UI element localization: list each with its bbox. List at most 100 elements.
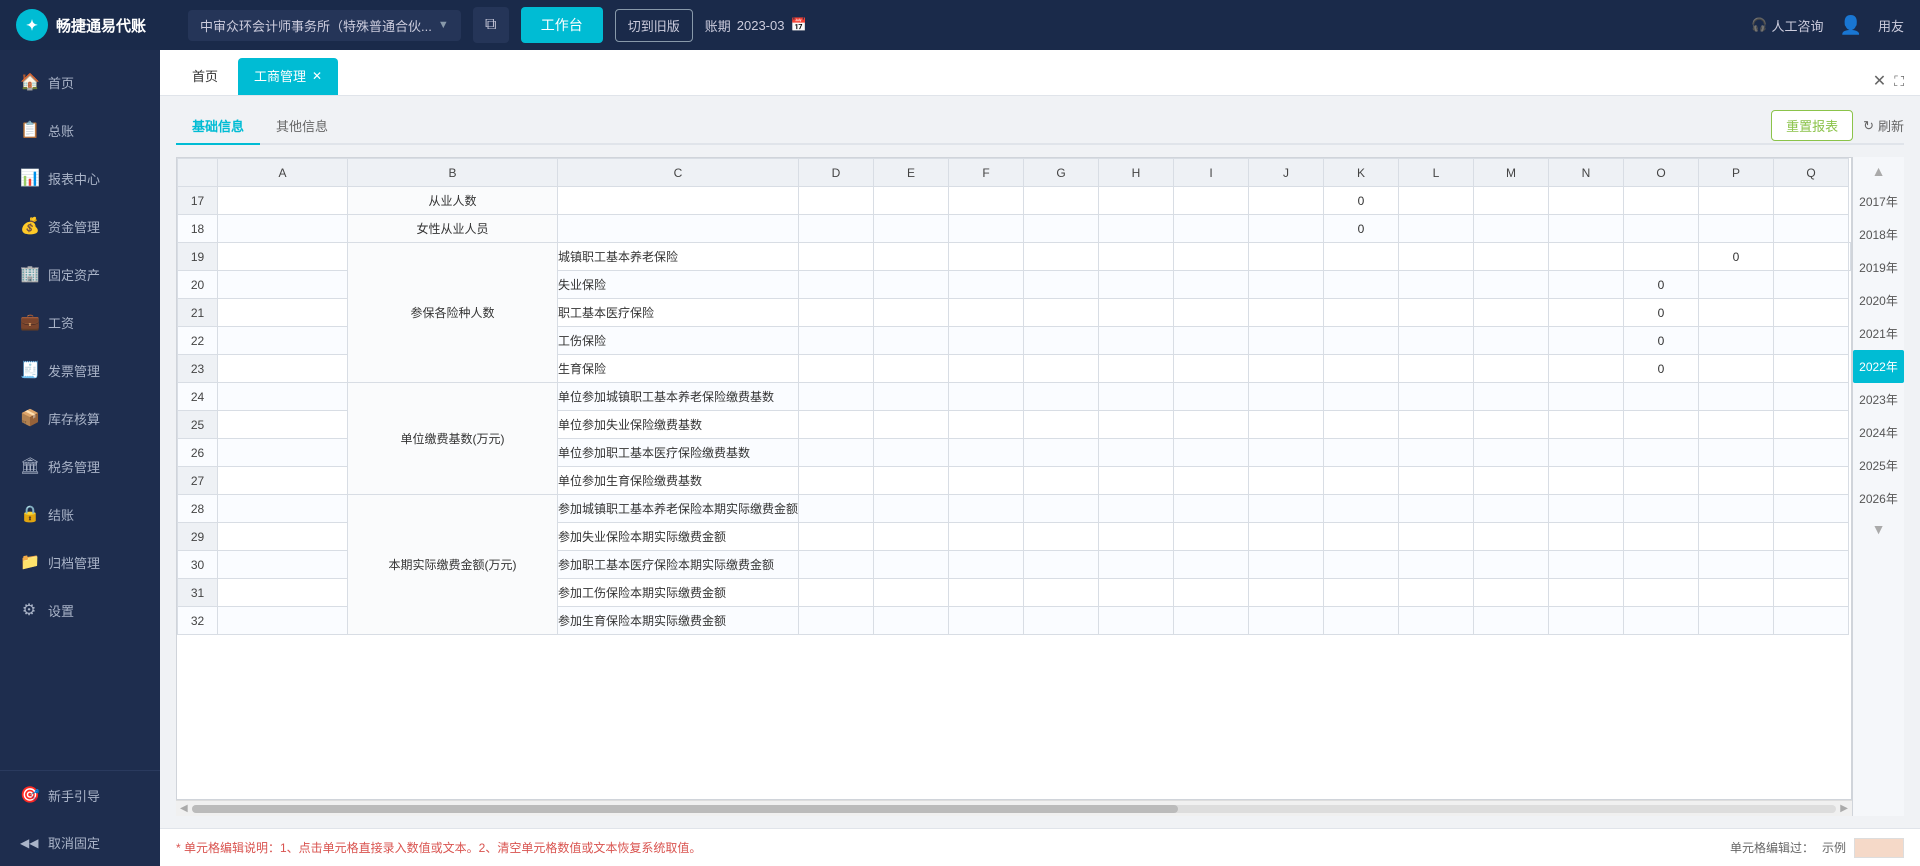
close-panel-icon[interactable]: ✕ — [1873, 71, 1886, 91]
sidebar-item-payroll[interactable]: 💼 工资 — [0, 298, 160, 346]
cell-25-c[interactable]: 单位参加失业保险缴费基数 — [558, 411, 799, 439]
cell-21-o[interactable]: 0 — [1624, 299, 1699, 327]
cell-26-c[interactable]: 单位参加职工基本医疗保险缴费基数 — [558, 439, 799, 467]
cell-32-c[interactable]: 参加生育保险本期实际缴费金额 — [558, 607, 799, 635]
cell-19-a[interactable] — [218, 243, 348, 271]
cell-17-e[interactable] — [874, 187, 949, 215]
h-scrollbar[interactable]: ◀ ▶ — [176, 800, 1852, 816]
cell-17-c[interactable] — [558, 187, 799, 215]
spreadsheet-wrapper[interactable]: A B C D E F G H I J — [176, 157, 1852, 800]
cell-18-h[interactable] — [1099, 215, 1174, 243]
cell-18-q[interactable] — [1774, 215, 1849, 243]
cell-20-o[interactable]: 0 — [1624, 271, 1699, 299]
cell-17-p[interactable] — [1699, 187, 1774, 215]
cell-20-c[interactable]: 失业保险 — [558, 271, 799, 299]
tab-close-icon[interactable]: ✕ — [312, 69, 322, 83]
cell-18-k[interactable]: 0 — [1324, 215, 1399, 243]
cell-31-c[interactable]: 参加工伤保险本期实际缴费金额 — [558, 579, 799, 607]
year-item-2023[interactable]: 2023年 — [1853, 383, 1904, 416]
year-item-2024[interactable]: 2024年 — [1853, 416, 1904, 449]
cell-18-g[interactable] — [1024, 215, 1099, 243]
sidebar-item-report-center[interactable]: 📊 报表中心 — [0, 154, 160, 202]
reset-report-button[interactable]: 重置报表 — [1771, 110, 1853, 141]
cell-18-b[interactable]: 女性从业人员 — [348, 215, 558, 243]
cell-17-m[interactable] — [1474, 187, 1549, 215]
sidebar-item-unpin[interactable]: ◀◀ 取消固定 — [0, 819, 160, 866]
year-item-2020[interactable]: 2020年 — [1853, 284, 1904, 317]
year-up-btn[interactable]: ▲ — [1853, 157, 1904, 185]
sub-tab-other-info[interactable]: 其他信息 — [260, 108, 344, 145]
cell-17-l[interactable] — [1399, 187, 1474, 215]
cell-29-c[interactable]: 参加失业保险本期实际缴费金额 — [558, 523, 799, 551]
year-item-2019[interactable]: 2019年 — [1853, 251, 1904, 284]
sub-tab-basic-info[interactable]: 基础信息 — [176, 108, 260, 145]
cell-17-i[interactable] — [1174, 187, 1249, 215]
cell-24-c[interactable]: 单位参加城镇职工基本养老保险缴费基数 — [558, 383, 799, 411]
expand-icon[interactable]: ⛶ — [1894, 73, 1904, 90]
cell-17-f[interactable] — [949, 187, 1024, 215]
sidebar-item-invoice-mgmt[interactable]: 🧾 发票管理 — [0, 346, 160, 394]
cell-23-c[interactable]: 生育保险 — [558, 355, 799, 383]
refresh-button[interactable]: ↻ 刷新 — [1863, 110, 1904, 141]
cell-24-b-group[interactable]: 单位缴费基数(万元) — [348, 383, 558, 495]
cell-17-k[interactable]: 0 — [1324, 187, 1399, 215]
cell-17-o[interactable] — [1624, 187, 1699, 215]
year-item-2021[interactable]: 2021年 — [1853, 317, 1904, 350]
sidebar-item-home[interactable]: 🏠 首页 — [0, 58, 160, 106]
cell-22-o[interactable]: 0 — [1624, 327, 1699, 355]
cell-18-a[interactable] — [218, 215, 348, 243]
cell-19-b-group[interactable]: 参保各险种人数 — [348, 243, 558, 383]
cell-18-f[interactable] — [949, 215, 1024, 243]
sidebar-item-fixed-assets[interactable]: 🏢 固定资产 — [0, 250, 160, 298]
sidebar-item-new-guide[interactable]: 🎯 新手引导 — [0, 771, 160, 819]
cell-23-o[interactable]: 0 — [1624, 355, 1699, 383]
cell-18-l[interactable] — [1399, 215, 1474, 243]
cell-18-p[interactable] — [1699, 215, 1774, 243]
year-down-btn[interactable]: ▼ — [1853, 515, 1904, 543]
year-item-2026[interactable]: 2026年 — [1853, 482, 1904, 515]
year-item-2018[interactable]: 2018年 — [1853, 218, 1904, 251]
cell-17-d[interactable] — [799, 187, 874, 215]
cell-28-c[interactable]: 参加城镇职工基本养老保险本期实际缴费金额 — [558, 495, 799, 523]
year-item-2025[interactable]: 2025年 — [1853, 449, 1904, 482]
cell-17-g[interactable] — [1024, 187, 1099, 215]
cell-30-c[interactable]: 参加职工基本医疗保险本期实际缴费金额 — [558, 551, 799, 579]
tab-home[interactable]: 首页 — [176, 58, 234, 95]
tab-business-mgmt[interactable]: 工商管理 ✕ — [238, 58, 338, 95]
cell-17-b[interactable]: 从业人数 — [348, 187, 558, 215]
cell-22-c[interactable]: 工伤保险 — [558, 327, 799, 355]
cell-18-i[interactable] — [1174, 215, 1249, 243]
cell-17-h[interactable] — [1099, 187, 1174, 215]
switch-version-button[interactable]: 切到旧版 — [615, 9, 693, 42]
sidebar-item-closing[interactable]: 🔒 结账 — [0, 490, 160, 538]
cell-18-c[interactable] — [558, 215, 799, 243]
copy-icon-btn[interactable]: ⧉ — [473, 7, 509, 43]
cell-17-q[interactable] — [1774, 187, 1849, 215]
sidebar-item-general-ledger[interactable]: 📋 总账 — [0, 106, 160, 154]
calendar-icon[interactable]: 📅 — [790, 17, 806, 33]
cell-28-b-group[interactable]: 本期实际缴费金额(万元) — [348, 495, 558, 635]
cell-18-d[interactable] — [799, 215, 874, 243]
cell-17-j[interactable] — [1249, 187, 1324, 215]
sidebar-item-inventory[interactable]: 📦 库存核算 — [0, 394, 160, 442]
cell-18-o[interactable] — [1624, 215, 1699, 243]
cell-17-a[interactable] — [218, 187, 348, 215]
company-selector[interactable]: 中审众环会计师事务所（特殊普通合伙... ▼ — [188, 10, 461, 41]
consult-btn[interactable]: 🎧 人工咨询 — [1751, 16, 1823, 35]
cell-17-n[interactable] — [1549, 187, 1624, 215]
cell-19-c[interactable]: 城镇职工基本养老保险 — [558, 243, 799, 271]
cell-27-c[interactable]: 单位参加生育保险缴费基数 — [558, 467, 799, 495]
cell-21-c[interactable]: 职工基本医疗保险 — [558, 299, 799, 327]
cell-18-m[interactable] — [1474, 215, 1549, 243]
year-item-2022[interactable]: 2022年 — [1853, 350, 1904, 383]
cell-18-j[interactable] — [1249, 215, 1324, 243]
cell-18-n[interactable] — [1549, 215, 1624, 243]
year-item-2017[interactable]: 2017年 — [1853, 185, 1904, 218]
sidebar-item-fund-mgmt[interactable]: 💰 资金管理 — [0, 202, 160, 250]
cell-19-o[interactable]: 0 — [1699, 243, 1774, 271]
sidebar-item-archive[interactable]: 📁 归档管理 — [0, 538, 160, 586]
cell-18-e[interactable] — [874, 215, 949, 243]
sidebar-item-tax-mgmt[interactable]: 🏛 税务管理 — [0, 442, 160, 490]
sidebar-item-settings[interactable]: ⚙ 设置 — [0, 586, 160, 634]
workbench-button[interactable]: 工作台 — [521, 7, 603, 43]
